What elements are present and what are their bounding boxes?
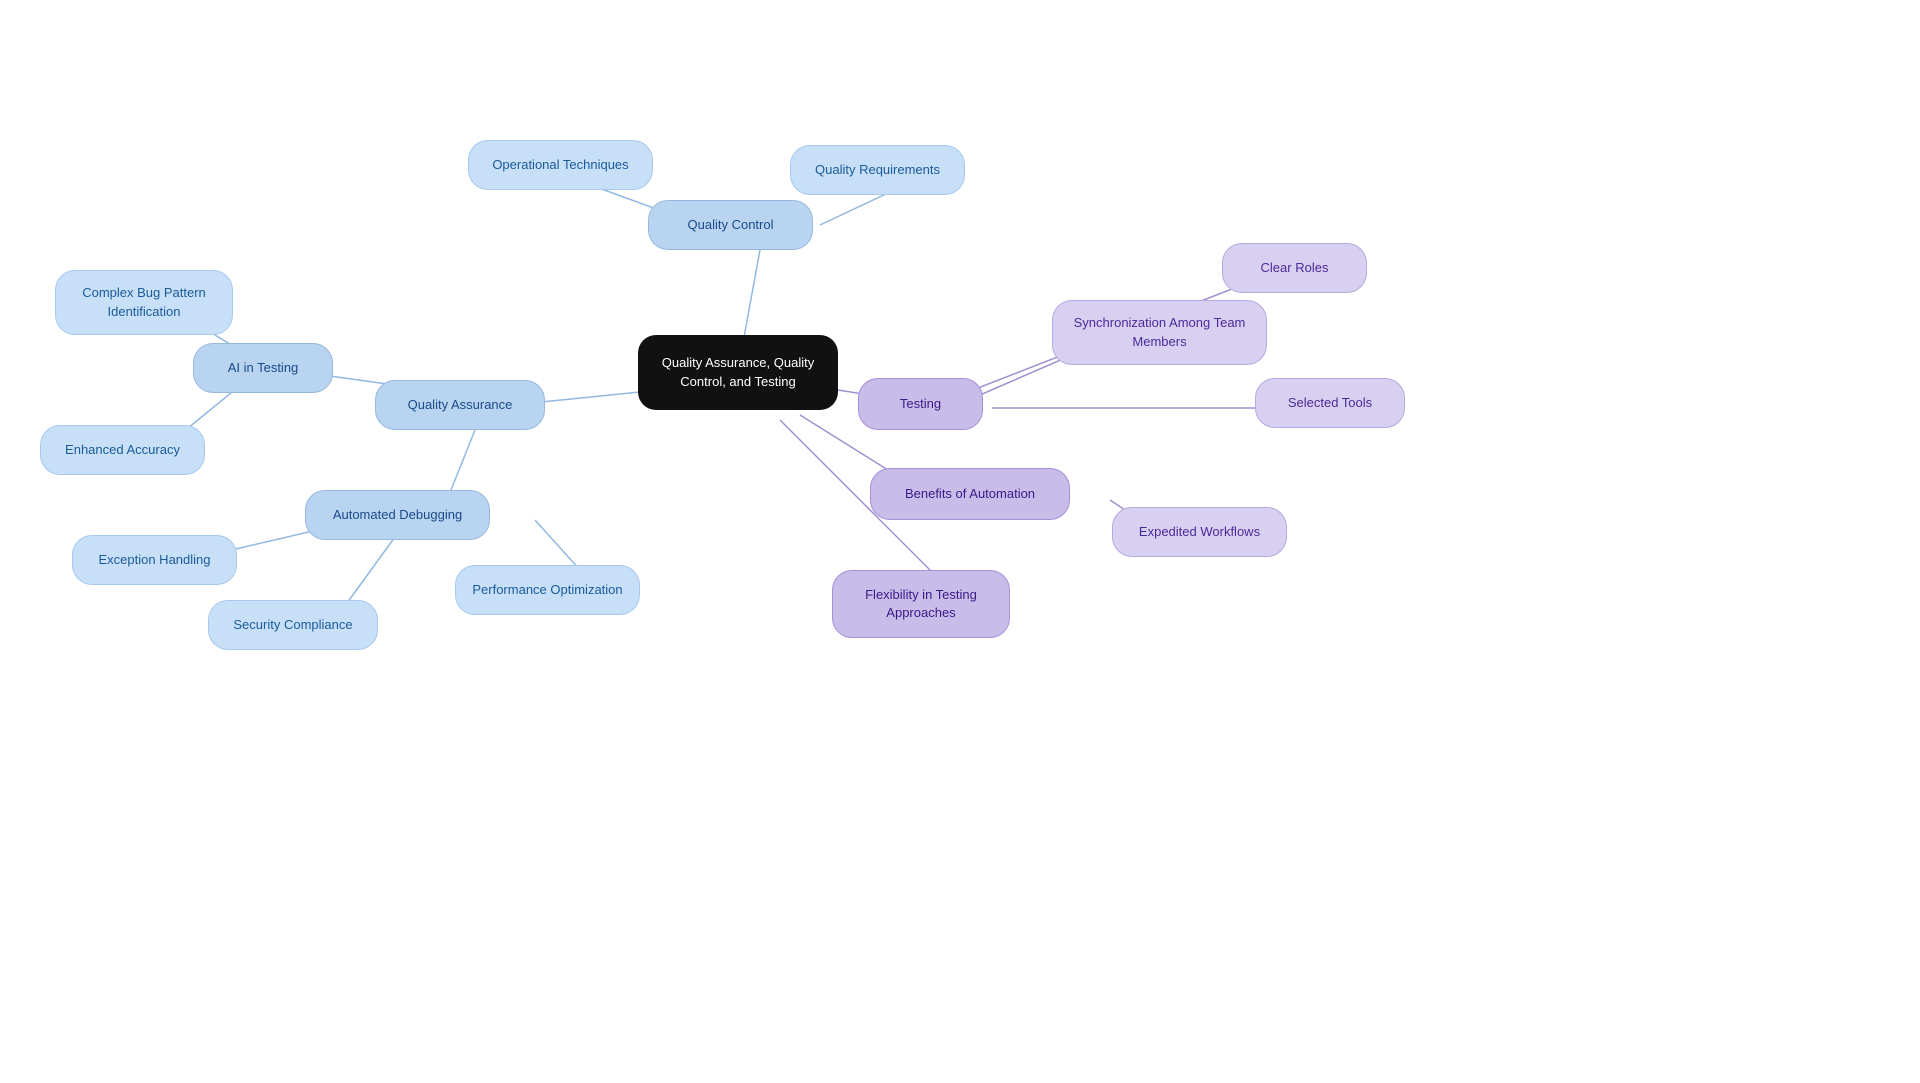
quality-assurance-node[interactable]: Quality Assurance [375, 380, 545, 430]
ai-in-testing-label: AI in Testing [212, 349, 315, 387]
flexibility-label: Flexibility in Testing Approaches [833, 576, 1009, 632]
selected-tools-node[interactable]: Selected Tools [1255, 378, 1405, 428]
security-compliance-label: Security Compliance [217, 606, 368, 644]
testing-node[interactable]: Testing [858, 378, 983, 430]
benefits-automation-node[interactable]: Benefits of Automation [870, 468, 1070, 520]
enhanced-accuracy-node[interactable]: Enhanced Accuracy [40, 425, 205, 475]
clear-roles-node[interactable]: Clear Roles [1222, 243, 1367, 293]
ai-in-testing-node[interactable]: AI in Testing [193, 343, 333, 393]
quality-control-node[interactable]: Quality Control [648, 200, 813, 250]
security-compliance-node[interactable]: Security Compliance [208, 600, 378, 650]
expedited-workflows-label: Expedited Workflows [1123, 513, 1276, 551]
automated-debugging-node[interactable]: Automated Debugging [305, 490, 490, 540]
sync-team-label: Synchronization Among Team Members [1053, 304, 1266, 360]
performance-optimization-node[interactable]: Performance Optimization [455, 565, 640, 615]
complex-bug-label: Complex Bug Pattern Identification [56, 274, 232, 330]
complex-bug-node[interactable]: Complex Bug Pattern Identification [55, 270, 233, 335]
clear-roles-label: Clear Roles [1245, 249, 1345, 287]
exception-handling-label: Exception Handling [82, 541, 226, 579]
automated-debugging-label: Automated Debugging [317, 496, 478, 534]
central-node[interactable]: Quality Assurance, Quality Control, and … [638, 335, 838, 410]
enhanced-accuracy-label: Enhanced Accuracy [49, 431, 196, 469]
flexibility-node[interactable]: Flexibility in Testing Approaches [832, 570, 1010, 638]
sync-team-node[interactable]: Synchronization Among Team Members [1052, 300, 1267, 365]
quality-control-label: Quality Control [672, 206, 790, 244]
quality-requirements-label: Quality Requirements [799, 151, 956, 189]
quality-assurance-label: Quality Assurance [392, 386, 529, 424]
central-label: Quality Assurance, Quality Control, and … [638, 344, 838, 400]
operational-techniques-node[interactable]: Operational Techniques [468, 140, 653, 190]
exception-handling-node[interactable]: Exception Handling [72, 535, 237, 585]
benefits-automation-label: Benefits of Automation [889, 475, 1051, 513]
performance-optimization-label: Performance Optimization [456, 571, 638, 609]
selected-tools-label: Selected Tools [1272, 384, 1388, 422]
expedited-workflows-node[interactable]: Expedited Workflows [1112, 507, 1287, 557]
quality-requirements-node[interactable]: Quality Requirements [790, 145, 965, 195]
testing-label: Testing [884, 385, 957, 423]
operational-techniques-label: Operational Techniques [476, 146, 644, 184]
